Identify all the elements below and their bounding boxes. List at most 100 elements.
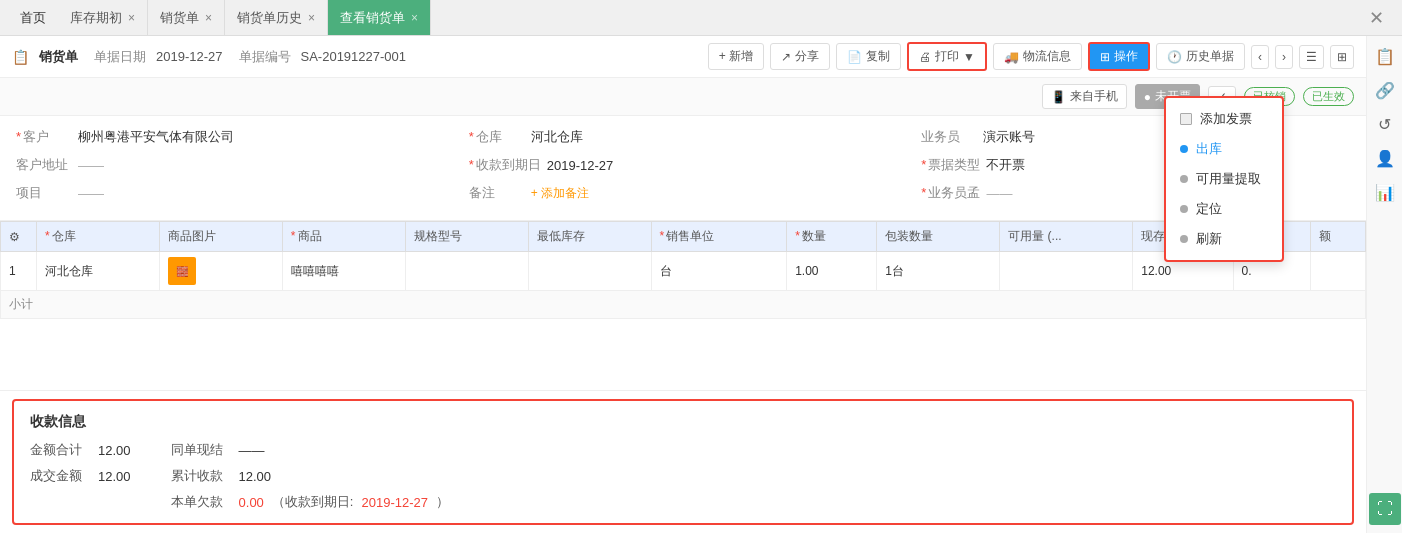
col-warehouse: 仓库 <box>37 222 160 252</box>
available-fetch-icon <box>1180 175 1188 183</box>
tab-view-sales[interactable]: 查看销货单 × <box>328 0 431 35</box>
operate-button[interactable]: ⊞ 操作 <box>1088 42 1150 71</box>
doc-meta: 单据日期 2019-12-27 单据编号 SA-20191227-001 <box>94 48 406 66</box>
customer-value: 柳州粤港平安气体有限公司 <box>78 128 234 146</box>
right-icon-refresh[interactable]: ↺ <box>1369 108 1401 140</box>
sales-staff-label: 业务员孟 <box>921 184 980 202</box>
warehouse-label: 仓库 <box>469 128 525 146</box>
staff-field: 业务员 演示账号 <box>921 128 1350 146</box>
payment-date-label: 收款到期日 <box>469 156 541 174</box>
copy-label: 复制 <box>866 48 890 65</box>
right-icon-panel: 📋 🔗 ↺ 👤 📊 ⛶ <box>1366 36 1402 533</box>
warehouse-field: 仓库 河北仓库 <box>469 128 898 146</box>
order-debt-value: 0.00 <box>239 495 264 510</box>
print-dropdown-arrow: ▼ <box>963 50 975 64</box>
share-button[interactable]: ↗ 分享 <box>770 43 830 70</box>
list-view-button[interactable]: ☰ <box>1299 45 1324 69</box>
right-icon-expand[interactable]: ⛶ <box>1369 493 1401 525</box>
col-product: 商品 <box>282 222 405 252</box>
copy-icon: 📄 <box>847 50 862 64</box>
cumulative-receipt-value: 12.00 <box>239 469 272 484</box>
add-invoice-icon <box>1180 113 1192 125</box>
right-icon-chart[interactable]: 📊 <box>1369 176 1401 208</box>
next-button[interactable]: › <box>1275 45 1293 69</box>
doc-actions: + 新增 ↗ 分享 📄 复制 🖨 打印 ▼ 🚚 物流信息 <box>708 42 1354 71</box>
address-field: 客户地址 —— <box>16 156 445 174</box>
tab-sales-order-close[interactable]: × <box>205 11 212 25</box>
share-label: 分享 <box>795 48 819 65</box>
new-button[interactable]: + 新增 <box>708 43 764 70</box>
sales-staff-field: 业务员孟 —— <box>921 184 1350 202</box>
dropdown-locate[interactable]: 定位 <box>1166 194 1282 224</box>
product-image: 🧱 <box>168 257 196 285</box>
cumulative-receipt-row: 累计收款 12.00 <box>171 467 449 485</box>
col-pack-qty: 包装数量 <box>877 222 1000 252</box>
row-amount <box>1311 252 1366 291</box>
cumulative-receipt-label: 累计收款 <box>171 467 231 485</box>
ticket-type-value: 不开票 <box>986 156 1025 174</box>
tab-home[interactable]: 首页 <box>8 0 58 35</box>
tab-sales-order[interactable]: 销货单 × <box>148 0 225 35</box>
row-index: 1 <box>1 252 37 291</box>
prev-button[interactable]: ‹ <box>1251 45 1269 69</box>
sales-staff-value: —— <box>986 186 1012 201</box>
row-product: 嘻嘻嘻嘻 <box>282 252 405 291</box>
window-close-btn[interactable]: ✕ <box>1359 8 1394 28</box>
same-order-settle-row: 同单现结 —— <box>171 441 449 459</box>
dropdown-outbound[interactable]: 出库 <box>1166 134 1282 164</box>
outbound-label: 出库 <box>1196 140 1222 158</box>
right-icon-link[interactable]: 🔗 <box>1369 74 1401 106</box>
dropdown-refresh[interactable]: 刷新 <box>1166 224 1282 254</box>
dropdown-available-fetch[interactable]: 可用量提取 <box>1166 164 1282 194</box>
history-button[interactable]: 🕐 历史单据 <box>1156 43 1245 70</box>
dropdown-add-invoice[interactable]: 添加发票 <box>1166 104 1282 134</box>
grid-view-button[interactable]: ⊞ <box>1330 45 1354 69</box>
deal-amount-label: 成交金额 <box>30 467 90 485</box>
deal-amount-row: 成交金额 12.00 <box>30 467 131 485</box>
ticket-icon: ● <box>1144 90 1151 104</box>
customer-label: 客户 <box>16 128 72 146</box>
operate-grid-icon: ⊞ <box>1100 50 1110 64</box>
row-quantity: 1.00 <box>787 252 877 291</box>
logistics-button[interactable]: 🚚 物流信息 <box>993 43 1082 70</box>
add-note-button[interactable]: + 添加备注 <box>531 185 589 202</box>
col-amount: 额 <box>1311 222 1366 252</box>
logistics-label: 物流信息 <box>1023 48 1071 65</box>
tab-sales-history[interactable]: 销货单历史 × <box>225 0 328 35</box>
col-gear: ⚙ <box>1 222 37 252</box>
same-order-settle-label: 同单现结 <box>171 441 231 459</box>
order-debt-suffix: （收款到期日: <box>272 493 354 511</box>
print-button[interactable]: 🖨 打印 ▼ <box>907 42 987 71</box>
row-pack-qty: 1台 <box>877 252 1000 291</box>
share-icon: ↗ <box>781 50 791 64</box>
doc-title: 销货单 <box>39 48 78 66</box>
gear-icon[interactable]: ⚙ <box>9 230 20 244</box>
tab-inventory-init-close[interactable]: × <box>128 11 135 25</box>
form-row-1: 客户 柳州粤港平安气体有限公司 仓库 河北仓库 业务员 演示账号 <box>16 128 1350 146</box>
tab-home-label: 首页 <box>20 9 46 27</box>
tab-view-sales-close[interactable]: × <box>411 11 418 25</box>
note-field: 备注 + 添加备注 <box>469 184 898 202</box>
doc-date-label: 单据日期 <box>94 48 146 66</box>
tab-sales-history-close[interactable]: × <box>308 11 315 25</box>
product-table-wrapper: ⚙ 仓库 商品图片 商品 规格型号 最低库存 销售单位 数量 包装数量 可用量 … <box>0 221 1366 391</box>
deal-amount-value: 12.00 <box>98 469 131 484</box>
right-icon-doc[interactable]: 📋 <box>1369 40 1401 72</box>
payment-date-value: 2019-12-27 <box>547 158 614 173</box>
copy-button[interactable]: 📄 复制 <box>836 43 901 70</box>
doc-date-value: 2019-12-27 <box>156 49 223 64</box>
subtotal-row: 小计 <box>1 291 1366 319</box>
tab-sales-order-label: 销货单 <box>160 9 199 27</box>
note-label: 备注 <box>469 184 525 202</box>
row-warehouse: 河北仓库 <box>37 252 160 291</box>
tab-view-sales-label: 查看销货单 <box>340 9 405 27</box>
effective-badge: 已生效 <box>1303 87 1354 106</box>
table-row: 1 河北仓库 🧱 嘻嘻嘻嘻 台 1.00 1台 12.00 0. <box>1 252 1366 291</box>
from-phone-button[interactable]: 📱 来自手机 <box>1042 84 1127 109</box>
logistics-icon: 🚚 <box>1004 50 1019 64</box>
tab-inventory-init-label: 库存期初 <box>70 9 122 27</box>
tab-inventory-init[interactable]: 库存期初 × <box>58 0 148 35</box>
print-icon: 🖨 <box>919 50 931 64</box>
right-icon-user[interactable]: 👤 <box>1369 142 1401 174</box>
payment-date-field: 收款到期日 2019-12-27 <box>469 156 898 174</box>
